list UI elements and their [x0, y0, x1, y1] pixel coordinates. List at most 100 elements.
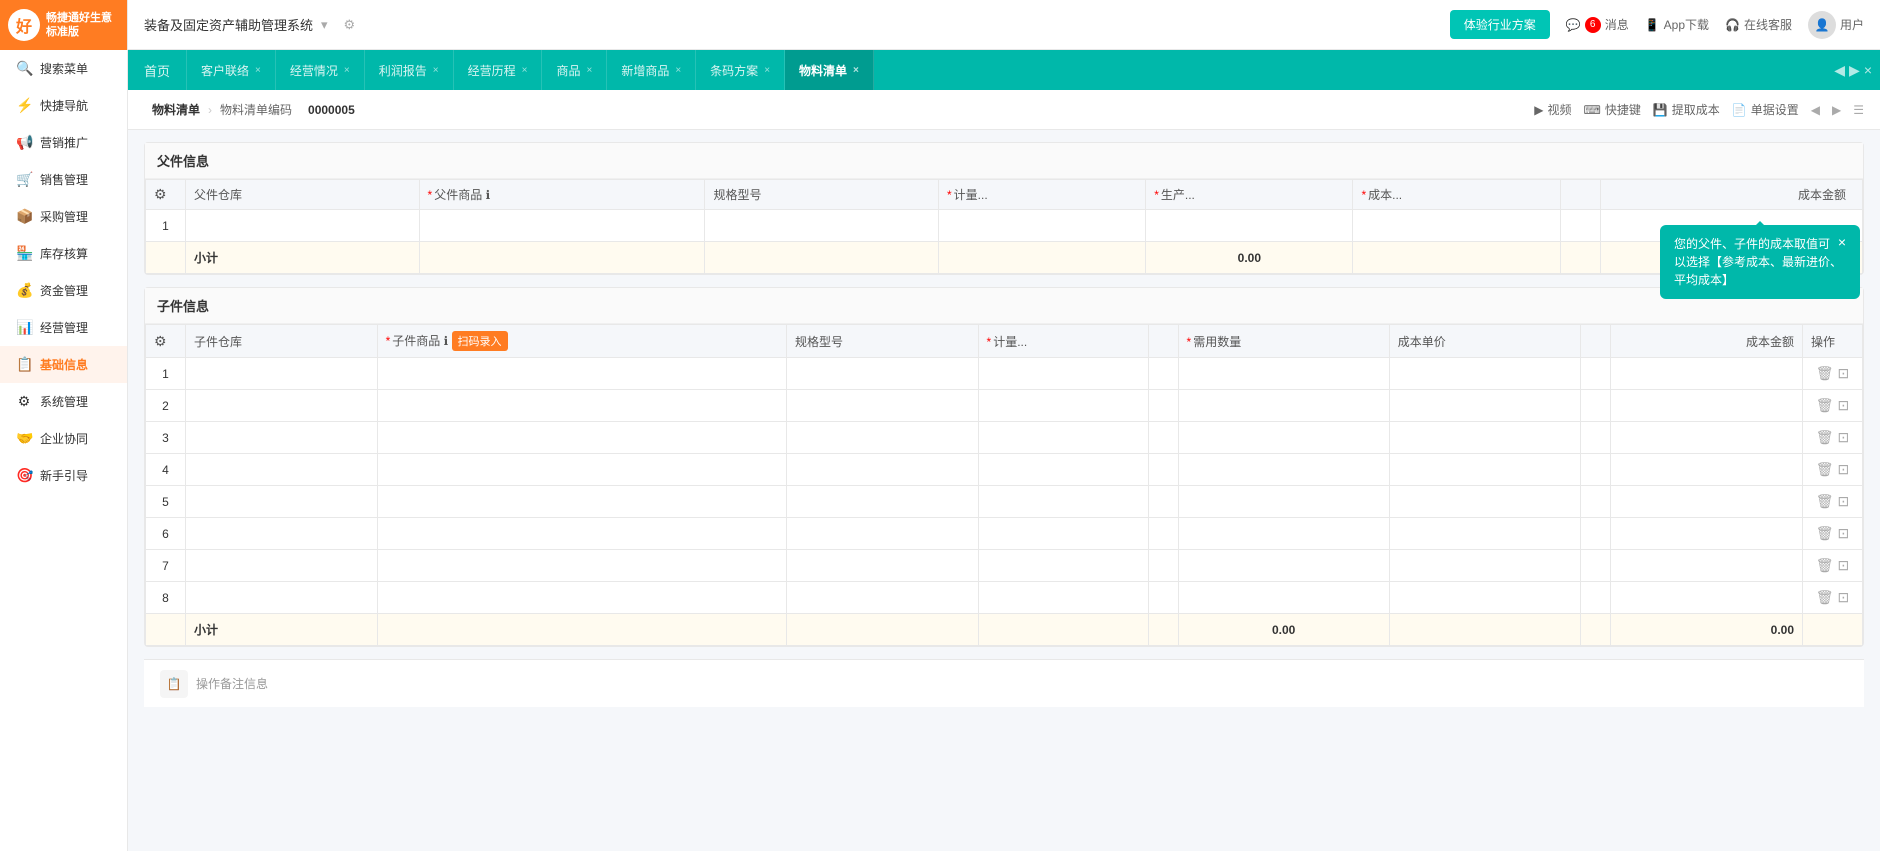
- online-service-action[interactable]: 🎧 在线客服: [1725, 16, 1792, 33]
- child-subtotal-needed: 0.00: [1178, 614, 1389, 646]
- logo-icon: 好: [8, 9, 40, 41]
- nav-tab-3[interactable]: 利润报告 ×: [365, 50, 454, 90]
- shortcut-action[interactable]: ⌨ 快捷键: [1583, 101, 1640, 118]
- delete-icon-7[interactable]: 🗑: [1816, 557, 1834, 574]
- child-subtotal-cost: 0.00: [1611, 614, 1803, 646]
- sidebar-icon: 📊: [16, 319, 32, 336]
- sidebar-label: 新手引导: [40, 467, 88, 484]
- nav-tab-6[interactable]: 新增商品×: [607, 50, 696, 90]
- nav-tab-next[interactable]: ▶: [1849, 62, 1860, 79]
- sidebar-item-企业协同[interactable]: 🤝企业协同: [0, 420, 127, 457]
- nav-tab-5[interactable]: 商品 ×: [542, 50, 607, 90]
- delete-icon-2[interactable]: 🗑: [1816, 397, 1834, 414]
- video-action[interactable]: ▶ 视频: [1534, 101, 1571, 118]
- child-row-4: 4 🗑 ⊡: [146, 454, 1863, 486]
- scan-button[interactable]: 扫码录入: [452, 331, 508, 351]
- sidebar-item-经营管理[interactable]: 📊经营管理: [0, 309, 127, 346]
- sidebar-label: 基础信息: [40, 356, 88, 373]
- sidebar-item-系统管理[interactable]: ⚙系统管理: [0, 383, 127, 420]
- app-download-action[interactable]: 📱 App下载: [1645, 16, 1709, 33]
- tooltip-close-btn[interactable]: ×: [1838, 235, 1846, 249]
- delete-icon-6[interactable]: 🗑: [1816, 525, 1834, 542]
- message-icon: 💬: [1566, 18, 1581, 32]
- sidebar-label: 搜索菜单: [40, 60, 88, 77]
- sidebar-item-销售管理[interactable]: 🛒销售管理: [0, 161, 127, 198]
- tab-close-3[interactable]: ×: [433, 65, 439, 76]
- tab-label-2: 经营情况: [290, 62, 338, 79]
- child-table: ⚙ 子件仓库 *子件商品 ℹ 扫码录入 规格型号 *计量... *需用数量 成本…: [145, 324, 1863, 646]
- sidebar-item-搜索菜单[interactable]: 🔍 搜索菜单: [0, 50, 127, 87]
- tab-label-5: 商品: [556, 62, 580, 79]
- sidebar-item-快捷导航[interactable]: ⚡快捷导航: [0, 87, 127, 124]
- sidebar-label: 库存核算: [40, 245, 88, 262]
- extract-cost-action[interactable]: 💾 提取成本: [1653, 101, 1720, 118]
- sidebar-item-库存核算[interactable]: 🏪库存核算: [0, 235, 127, 272]
- tab-close-8[interactable]: ×: [853, 65, 859, 76]
- app-download-label: App下载: [1664, 16, 1709, 33]
- delete-icon-5[interactable]: 🗑: [1816, 493, 1834, 510]
- child-col-action: 操作: [1803, 325, 1863, 358]
- child-col-settings[interactable]: ⚙: [146, 325, 186, 358]
- tab-close-2[interactable]: ×: [344, 65, 350, 76]
- sidebar-item-基础信息[interactable]: 📋基础信息: [0, 346, 127, 383]
- user-action[interactable]: 👤 用户: [1808, 11, 1864, 39]
- sidebar-item-资金管理[interactable]: 💰资金管理: [0, 272, 127, 309]
- dropdown-icon[interactable]: ▾: [321, 17, 328, 33]
- parent-col-sort: [1560, 180, 1600, 210]
- menu-icon[interactable]: ☰: [1853, 103, 1864, 117]
- row-actions-2: 🗑 ⊡: [1811, 397, 1854, 414]
- copy-icon-8[interactable]: ⊡: [1838, 589, 1850, 606]
- copy-icon-7[interactable]: ⊡: [1838, 557, 1850, 574]
- copy-icon-2[interactable]: ⊡: [1838, 397, 1850, 414]
- nav-tab-1[interactable]: 客户联络×: [187, 50, 276, 90]
- parent-col-settings[interactable]: ⚙: [146, 180, 186, 210]
- tab-close-6[interactable]: ×: [675, 65, 681, 76]
- delete-icon-8[interactable]: 🗑: [1816, 589, 1834, 606]
- top-actions: 体验行业方案 💬 6 消息 📱 App下载 🎧 在线客服 👤 用户: [1450, 10, 1864, 39]
- nav-tab-8[interactable]: 物料清单×: [785, 50, 874, 90]
- trial-button[interactable]: 体验行业方案: [1450, 10, 1550, 39]
- breadcrumb-item1[interactable]: 物料清单: [144, 101, 208, 118]
- row-actions-3: 🗑 ⊡: [1811, 429, 1854, 446]
- copy-icon-5[interactable]: ⊡: [1838, 493, 1850, 510]
- settings-icon[interactable]: ⚙: [344, 17, 356, 33]
- nav-tab-close-all[interactable]: ×: [1864, 62, 1872, 78]
- extract-icon: 💾: [1653, 103, 1668, 117]
- nav-tab-7[interactable]: 条码方案×: [696, 50, 785, 90]
- note-icon[interactable]: 📋: [160, 670, 188, 698]
- tab-close-4[interactable]: ×: [522, 65, 528, 76]
- delete-icon-4[interactable]: 🗑: [1816, 461, 1834, 478]
- copy-icon-6[interactable]: ⊡: [1838, 525, 1850, 542]
- tab-label-3: 利润报告: [379, 62, 427, 79]
- nav-tab-2[interactable]: 经营情况 ×: [276, 50, 365, 90]
- tab-close-7[interactable]: ×: [764, 65, 770, 76]
- sidebar-icon: 🔍: [16, 60, 32, 77]
- single-settings-action[interactable]: 📄 单据设置: [1732, 101, 1799, 118]
- nav-tab-4[interactable]: 经营历程×: [454, 50, 543, 90]
- message-action[interactable]: 💬 6 消息: [1566, 16, 1629, 33]
- sidebar: 好 畅捷通好生意 标准版 🔍搜索菜单⚡快捷导航📢营销推广🛒销售管理📦采购管理🏪库…: [0, 0, 128, 851]
- tab-close-5[interactable]: ×: [586, 65, 592, 76]
- sidebar-item-营销推广[interactable]: 📢营销推广: [0, 124, 127, 161]
- sidebar-icon: ⚡: [16, 97, 32, 114]
- sidebar-label: 采购管理: [40, 208, 88, 225]
- delete-icon-1[interactable]: 🗑: [1816, 365, 1834, 382]
- tooltip-text: 您的父件、子件的成本取值可以选择【参考成本、最新进价、平均成本】: [1674, 237, 1842, 287]
- nav-tab-prev[interactable]: ◀: [1834, 62, 1845, 79]
- parent-subtotal-row: 小计 0.00 0.00: [146, 242, 1863, 274]
- copy-icon-3[interactable]: ⊡: [1838, 429, 1850, 446]
- breadcrumb-item2: 物料清单编码: [212, 101, 300, 118]
- sidebar-item-采购管理[interactable]: 📦采购管理: [0, 198, 127, 235]
- copy-icon-4[interactable]: ⊡: [1838, 461, 1850, 478]
- delete-icon-3[interactable]: 🗑: [1816, 429, 1834, 446]
- copy-icon-1[interactable]: ⊡: [1838, 365, 1850, 382]
- system-title: 装备及固定资产辅助管理系统 ▾ ⚙: [144, 15, 355, 34]
- nav-next[interactable]: ▶: [1832, 103, 1841, 117]
- sidebar-label: 企业协同: [40, 430, 88, 447]
- sidebar-icon: ⚙: [16, 393, 32, 410]
- nav-tab-0[interactable]: 首页: [128, 50, 187, 90]
- sidebar-item-新手引导[interactable]: 🎯新手引导: [0, 457, 127, 494]
- child-row-6: 6 🗑 ⊡: [146, 518, 1863, 550]
- tab-close-1[interactable]: ×: [255, 65, 261, 76]
- nav-prev[interactable]: ◀: [1811, 103, 1820, 117]
